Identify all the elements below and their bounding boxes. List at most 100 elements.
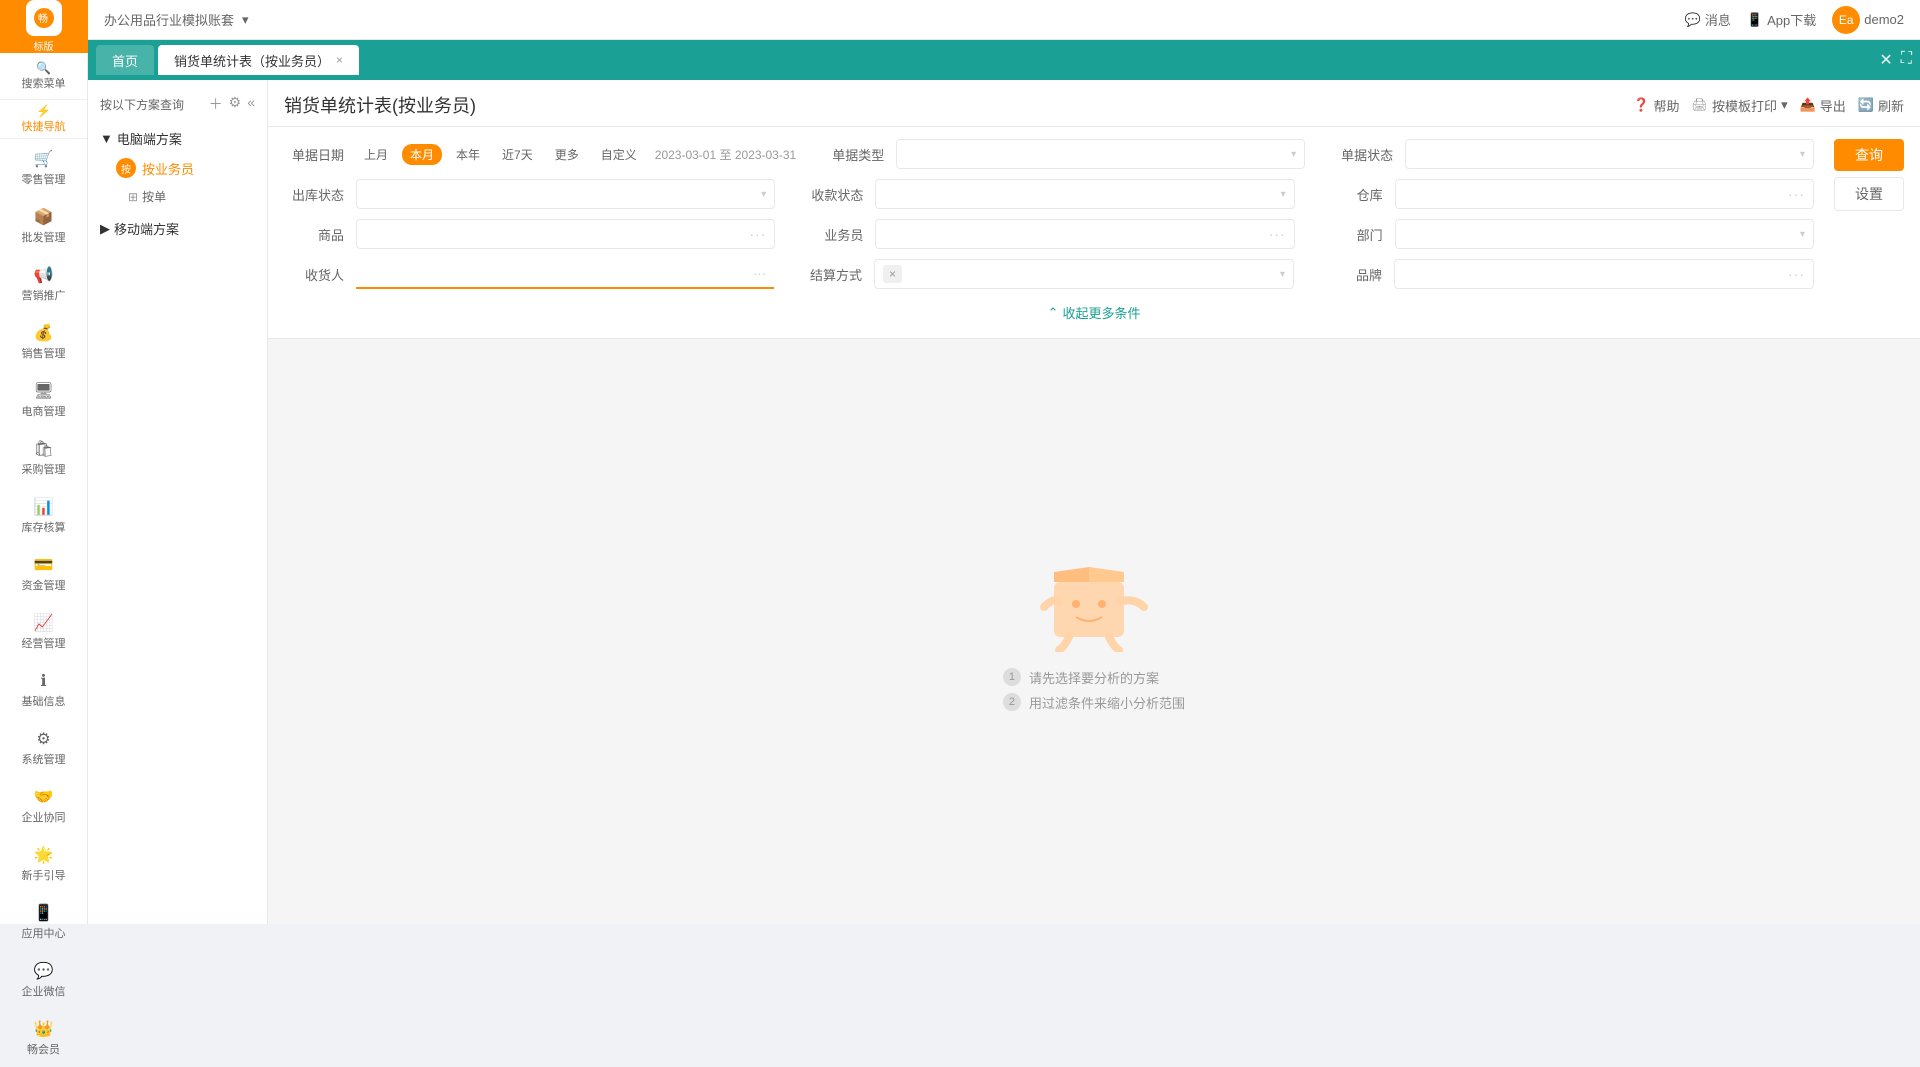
user-menu[interactable]: Ea demo2 (1832, 6, 1904, 34)
sidebar-item-12[interactable]: ⚙ 系统管理 (18, 719, 70, 777)
consignee-label: 收货人 (284, 265, 344, 284)
sidebar-label-3: 批发管理 (22, 229, 66, 245)
refresh-label: 刷新 (1878, 96, 1904, 115)
settle-tag: × (883, 265, 902, 283)
sidebar-label-12: 系统管理 (22, 751, 66, 767)
sidebar-icon-3: 📦 (34, 207, 54, 227)
app-logo: 畅 标版 (0, 0, 88, 53)
message-btn[interactable]: 💬 消息 (1685, 10, 1731, 29)
tab-home-label: 首页 (112, 51, 138, 70)
filter-buttons: 查询 设置 (1826, 139, 1904, 299)
sidebar-label-8: 库存核算 (22, 519, 66, 535)
empty-step-1: 1 请先选择要分析的方案 (1003, 668, 1185, 687)
date-btn-7days[interactable]: 近7天 (494, 144, 541, 165)
sidebar-label-13: 企业协同 (22, 809, 66, 825)
filter-wrapper: 单据日期 上月 本月 本年 近7天 更多 自定义 2023-03-01 至 20… (284, 139, 1904, 299)
empty-state: 1 请先选择要分析的方案 2 用过滤条件来缩小分析范围 (1003, 552, 1185, 712)
doc-type-label: 单据类型 (824, 145, 884, 164)
export-btn[interactable]: 📤 导出 (1800, 96, 1846, 115)
refresh-icon: 🔄 (1858, 97, 1874, 113)
brand-select[interactable]: ··· (1394, 259, 1814, 289)
collect-status-select[interactable]: ▾ (875, 179, 1294, 209)
sidebar-item-4[interactable]: 📢营销推广 (18, 255, 70, 313)
quicknav-label: 快捷导航 (0, 118, 87, 134)
sidebar-quicknav[interactable]: ⚡ 快捷导航 (0, 100, 87, 139)
lp-sub-item[interactable]: ⊞ 按单 (88, 183, 267, 210)
sidebar-item-10[interactable]: 📈 经营管理 (18, 603, 70, 661)
dropdown-icon[interactable]: ▾ (242, 12, 249, 28)
sidebar-label-17: 畅会员 (27, 1041, 60, 1057)
warehouse-label: 仓库 (1323, 185, 1383, 204)
goods-select[interactable]: ··· (356, 219, 775, 249)
lp-add-icon[interactable]: ＋ (209, 94, 223, 114)
sidebar-item-15[interactable]: 📱应用中心 (18, 893, 70, 951)
sidebar-item-13[interactable]: 🤝企业协同 (18, 777, 70, 835)
collapse-btn[interactable]: ⌃ 收起更多条件 (284, 299, 1904, 326)
sidebar-icon-10: 📈 (34, 613, 54, 633)
staff-select[interactable]: ··· (875, 219, 1294, 249)
breadcrumb-text: 办公用品行业模拟账套 (104, 10, 234, 29)
sidebar-label-10: 经营管理 (22, 635, 66, 651)
settle-select[interactable]: × ▾ (874, 259, 1294, 289)
date-btn-more[interactable]: 更多 (547, 144, 587, 165)
sidebar-icon-12: ⚙ (36, 729, 50, 749)
sidebar-search[interactable]: 🔍 搜索菜单 (0, 53, 87, 100)
consignee-dots: ··· (753, 266, 766, 281)
sidebar-item-17[interactable]: 👑畅会员 (18, 1009, 70, 1067)
tab-close-icon[interactable]: × (336, 53, 343, 67)
lp-desktop-title[interactable]: ▼ 电脑端方案 (88, 124, 267, 153)
sidebar-icon-16: 💬 (34, 961, 54, 981)
template-print-btn[interactable]: 🖨 按模板打印 ▾ (1692, 96, 1788, 115)
sidebar-item-9[interactable]: 💳资金管理 (18, 545, 70, 603)
tab-home[interactable]: 首页 (96, 45, 154, 75)
date-btn-last-month[interactable]: 上月 (356, 144, 396, 165)
message-label: 消息 (1705, 10, 1731, 29)
out-status-select[interactable]: ▾ (356, 179, 775, 209)
filter-row-2: 出库状态 ▾ 收款状态 ▾ 仓库 (284, 179, 1814, 209)
sidebar-item-6[interactable]: 🖥电商管理 (18, 371, 70, 429)
date-btn-this-year[interactable]: 本年 (448, 144, 488, 165)
goods-label: 商品 (284, 225, 344, 244)
date-btn-this-month[interactable]: 本月 (402, 144, 442, 165)
sidebar-item-2[interactable]: 🛒零售管理 (18, 139, 70, 197)
sidebar-item-8[interactable]: 📊库存核算 (18, 487, 70, 545)
settle-tag-close[interactable]: × (889, 267, 896, 281)
lp-desktop-label: 电脑端方案 (117, 129, 182, 148)
search-icon: 🔍 (0, 61, 87, 75)
topbar-left: 办公用品行业模拟账套 ▾ (104, 10, 249, 29)
out-status-arrow: ▾ (761, 189, 766, 200)
date-btn-custom[interactable]: 自定义 (593, 144, 645, 165)
warehouse-select[interactable]: ··· (1395, 179, 1814, 209)
doc-type-select[interactable]: ▾ (896, 139, 1305, 169)
tab-sales-stat[interactable]: 销货单统计表（按业务员） × (158, 45, 359, 75)
content-area: 按以下方案查询 ＋ ⚙ « ▼ 电脑端方案 按 按业务员 ⊞ 按单 (88, 80, 1920, 924)
sidebar-item-14[interactable]: 🌟新手引导 (18, 835, 70, 893)
app-download-label: App下载 (1767, 10, 1816, 29)
sidebar-item-16[interactable]: 💬企业微信 (18, 951, 70, 1009)
help-btn[interactable]: ❓ 帮助 (1633, 96, 1679, 115)
sidebar-item-5[interactable]: 💰销售管理 (18, 313, 70, 371)
sidebar-label-2: 零售管理 (22, 171, 66, 187)
app-download-btn[interactable]: 📱 App下载 (1747, 10, 1816, 29)
staff-label: 业务员 (803, 225, 863, 244)
sidebar-item-3[interactable]: 📦 批发管理 (18, 197, 70, 255)
refresh-btn[interactable]: 🔄 刷新 (1858, 96, 1904, 115)
empty-illustration (1034, 552, 1154, 652)
doc-status-select[interactable]: ▾ (1405, 139, 1814, 169)
dept-select[interactable]: ▾ (1395, 219, 1814, 249)
sidebar-item-11[interactable]: ℹ基础信息 (18, 661, 70, 719)
lp-collapse-icon[interactable]: « (247, 94, 255, 114)
sidebar-icon-4: 📢 (34, 265, 54, 285)
settings-button[interactable]: 设置 (1834, 177, 1904, 211)
query-button[interactable]: 查询 (1834, 139, 1904, 171)
lp-settings-icon[interactable]: ⚙ (229, 94, 242, 114)
print-arrow: ▾ (1781, 97, 1788, 113)
close-window-btn[interactable]: ✕ (1879, 50, 1892, 70)
lp-mobile-title[interactable]: ▶ 移动端方案 (88, 214, 267, 243)
empty-step-2: 2 用过滤条件来缩小分析范围 (1003, 693, 1185, 712)
consignee-input[interactable]: ··· (356, 259, 774, 289)
left-panel-header: 按以下方案查询 ＋ ⚙ « (88, 88, 267, 120)
lp-item-by-staff[interactable]: 按 按业务员 (88, 153, 267, 183)
sidebar-item-7[interactable]: 🛍采购管理 (18, 429, 70, 487)
maximize-window-btn[interactable]: ⛶ (1901, 50, 1912, 70)
